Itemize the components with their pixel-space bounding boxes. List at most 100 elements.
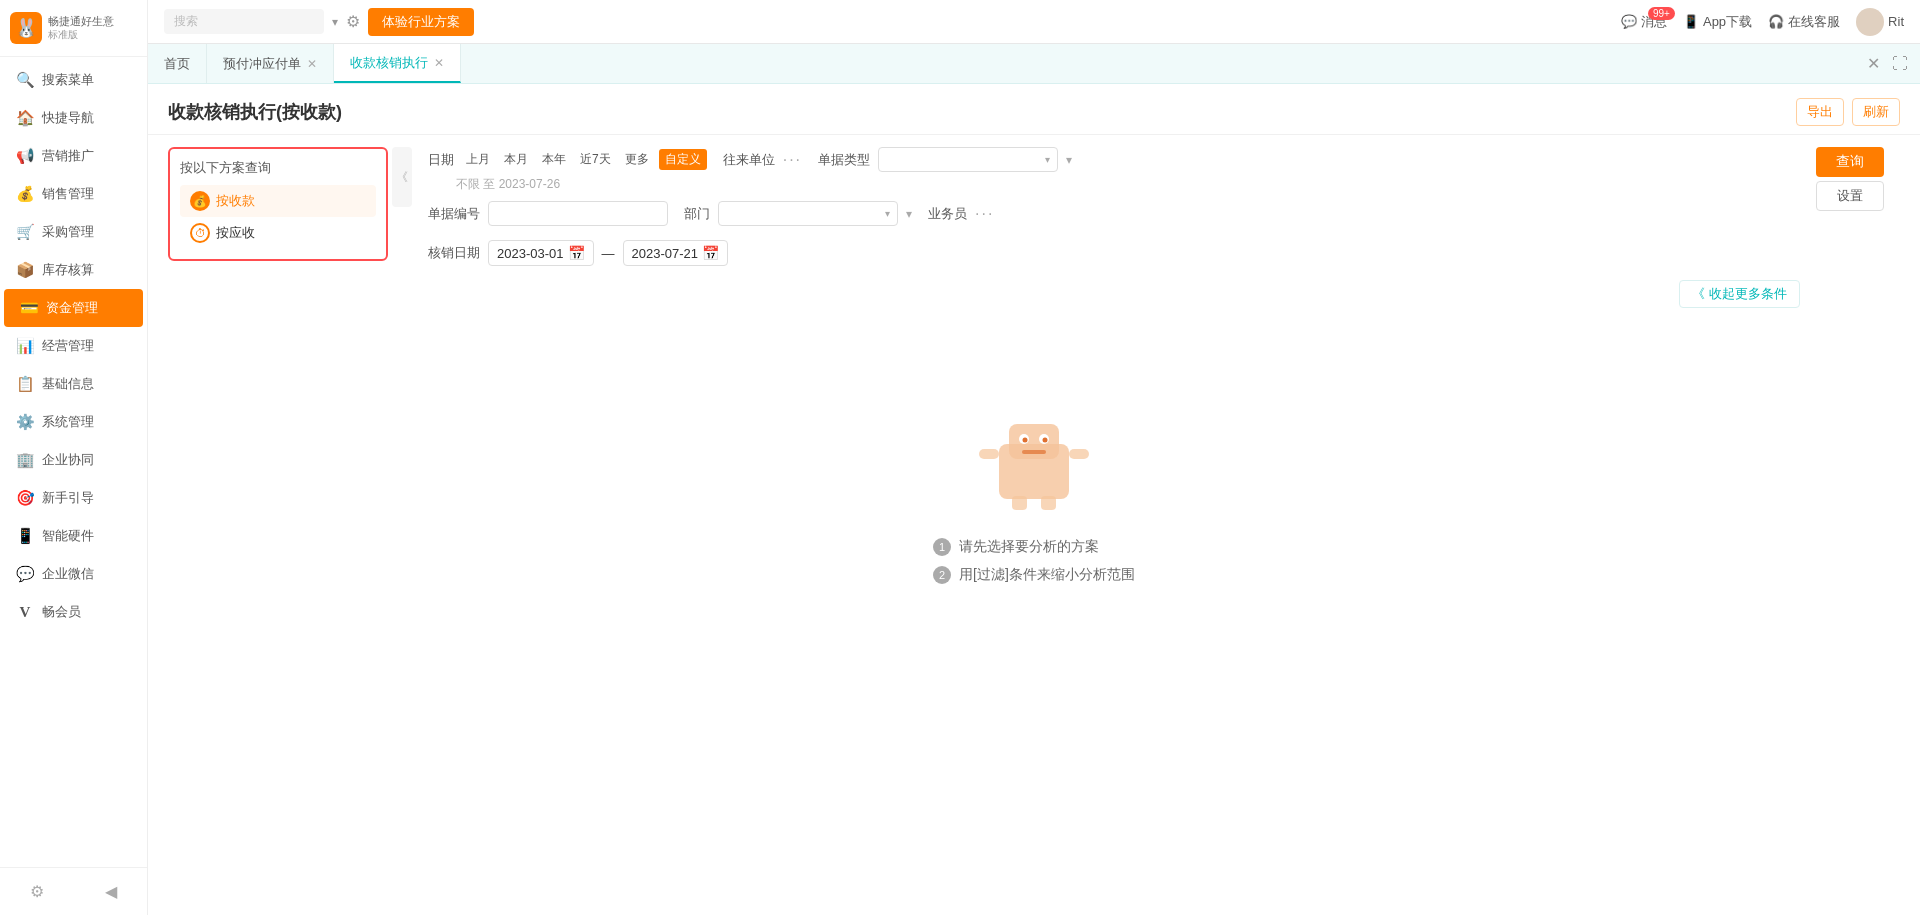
department-select[interactable] <box>718 201 898 226</box>
sidebar-item-newbie[interactable]: 🎯 新手引导 <box>0 479 147 517</box>
this-year-btn[interactable]: 本年 <box>538 149 570 170</box>
salesman-dots-icon[interactable]: ··· <box>975 205 994 223</box>
sidebar-item-operation[interactable]: 📊 经营管理 <box>0 327 147 365</box>
top-header: 搜索 ▾ ⚙ 体验行业方案 💬 消息 99+ 📱 App下载 🎧 在线客服 Ri <box>148 0 1920 44</box>
filter-option-by-collection[interactable]: 💰 按收款 <box>180 185 376 217</box>
online-service-button[interactable]: 🎧 在线客服 <box>1768 13 1840 31</box>
filter-scheme-box: 按以下方案查询 💰 按收款 ⏱ 按应收 <box>168 147 388 261</box>
system-icon: ⚙️ <box>16 413 34 431</box>
tab-prepay-close-icon[interactable]: ✕ <box>307 57 317 71</box>
sidebar-item-label-wechat: 企业微信 <box>42 565 94 583</box>
counterpart-field: 往来单位 ··· <box>723 151 802 169</box>
member-icon: V <box>16 604 34 621</box>
voucher-no-input[interactable] <box>488 201 668 226</box>
sidebar-item-hardware[interactable]: 📱 智能硬件 <box>0 517 147 555</box>
user-profile[interactable]: Rit <box>1856 8 1904 36</box>
tab-prepay[interactable]: 预付冲应付单 ✕ <box>207 44 334 83</box>
writeoff-date-label: 核销日期 <box>428 244 480 262</box>
newbie-icon: 🎯 <box>16 489 34 507</box>
tab-home[interactable]: 首页 <box>148 44 207 83</box>
by-collection-icon: 💰 <box>190 191 210 211</box>
message-button[interactable]: 💬 消息 99+ <box>1621 13 1667 31</box>
filter-option-by-receivable[interactable]: ⏱ 按应收 <box>180 217 376 249</box>
svg-rect-7 <box>979 449 999 459</box>
sidebar-item-system[interactable]: ⚙️ 系统管理 <box>0 403 147 441</box>
tab-prepay-label: 预付冲应付单 <box>223 55 301 73</box>
message-badge: 99+ <box>1648 7 1675 20</box>
online-service-label: 在线客服 <box>1788 13 1840 31</box>
sidebar-item-marketing[interactable]: 📢 营销推广 <box>0 137 147 175</box>
voucher-type-label: 单据类型 <box>818 151 870 169</box>
empty-tip-1: 1 请先选择要分析的方案 <box>933 538 1135 556</box>
collapse-left-panel-button[interactable]: 《 <box>392 147 412 207</box>
writeoff-start-date[interactable]: 2023-03-01 📅 <box>488 240 594 266</box>
filter-panel-title: 按以下方案查询 <box>180 159 376 177</box>
sidebar-item-sales[interactable]: 💰 销售管理 <box>0 175 147 213</box>
export-button[interactable]: 导出 <box>1796 98 1844 126</box>
empty-tip-2: 2 用[过滤]条件来缩小分析范围 <box>933 566 1135 584</box>
writeoff-start-calendar-icon[interactable]: 📅 <box>568 245 585 261</box>
by-collection-label: 按收款 <box>216 192 255 210</box>
close-tab-icon[interactable]: ✕ <box>1863 50 1884 77</box>
dropdown-chevron-icon[interactable]: ▾ <box>332 15 338 29</box>
last-7-days-btn[interactable]: 近7天 <box>576 149 615 170</box>
sidebar-item-quicknav[interactable]: 🏠 快捷导航 <box>0 99 147 137</box>
writeoff-end-calendar-icon[interactable]: 📅 <box>702 245 719 261</box>
last-month-btn[interactable]: 上月 <box>462 149 494 170</box>
this-month-btn[interactable]: 本月 <box>500 149 532 170</box>
message-icon: 💬 <box>1621 14 1637 29</box>
date-label: 日期 <box>428 151 454 169</box>
voucher-type-chevron-icon: ▾ <box>1066 153 1072 167</box>
sidebar-item-label-quicknav: 快捷导航 <box>42 109 94 127</box>
custom-date-btn[interactable]: 自定义 <box>659 149 707 170</box>
collapse-more-button[interactable]: 《 收起更多条件 <box>1679 280 1800 308</box>
settings-icon[interactable]: ⚙ <box>24 876 50 907</box>
filter-row-2: 单据编号 部门 ▾ <box>428 201 1800 226</box>
sidebar-item-finance[interactable]: 💳 资金管理 <box>4 289 143 327</box>
date-unlimited-text: 不限 至 2023-07-26 <box>456 176 1800 193</box>
counterpart-dots-icon[interactable]: ··· <box>783 151 802 169</box>
sidebar-item-label-marketing: 营销推广 <box>42 147 94 165</box>
sidebar-item-basicinfo[interactable]: 📋 基础信息 <box>0 365 147 403</box>
counterpart-label: 往来单位 <box>723 151 775 169</box>
filter-form: 日期 上月 本月 本年 近7天 更多 自定义 <box>412 147 1900 322</box>
sidebar-item-label-finance: 资金管理 <box>46 299 98 317</box>
collapse-sidebar-icon[interactable]: ◀ <box>99 876 123 907</box>
sales-icon: 💰 <box>16 185 34 203</box>
maximize-icon[interactable]: ⛶ <box>1888 51 1912 77</box>
sidebar-nav: 🔍 搜索菜单 🏠 快捷导航 📢 营销推广 💰 销售管理 🛒 采购管理 📦 库存核… <box>0 57 147 867</box>
finance-icon: 💳 <box>20 299 38 317</box>
sidebar-item-label-purchase: 采购管理 <box>42 223 94 241</box>
empty-icon-area <box>974 414 1094 514</box>
industry-solution-button[interactable]: 体验行业方案 <box>368 8 474 36</box>
voucher-type-select[interactable] <box>878 147 1058 172</box>
sidebar-item-enterprise[interactable]: 🏢 企业协同 <box>0 441 147 479</box>
app-edition: 标准版 <box>48 28 114 42</box>
app-download-button[interactable]: 📱 App下载 <box>1683 13 1752 31</box>
more-btn[interactable]: 更多 <box>621 149 653 170</box>
svg-rect-10 <box>1041 496 1056 510</box>
filter-left-panel: 按以下方案查询 💰 按收款 ⏱ 按应收 <box>168 147 388 322</box>
sidebar-item-member[interactable]: V 畅会员 <box>0 593 147 631</box>
date-separator: — <box>602 246 615 261</box>
sidebar-item-purchase[interactable]: 🛒 采购管理 <box>0 213 147 251</box>
sidebar-item-wechat[interactable]: 💬 企业微信 <box>0 555 147 593</box>
query-button[interactable]: 查询 <box>1816 147 1884 177</box>
header-gear-icon[interactable]: ⚙ <box>346 12 360 31</box>
tab-home-label: 首页 <box>164 55 190 73</box>
header-right: 💬 消息 99+ 📱 App下载 🎧 在线客服 Rit <box>1621 8 1904 36</box>
writeoff-end-date[interactable]: 2023-07-21 📅 <box>623 240 729 266</box>
writeoff-date-field: 核销日期 2023-03-01 📅 — 2023-07-21 📅 <box>428 240 728 266</box>
sidebar-item-inventory[interactable]: 📦 库存核算 <box>0 251 147 289</box>
refresh-button[interactable]: 刷新 <box>1852 98 1900 126</box>
tab-collection-close-icon[interactable]: ✕ <box>434 56 444 70</box>
tab-collection[interactable]: 收款核销执行 ✕ <box>334 44 461 83</box>
collapse-more-label: 收起更多条件 <box>1709 285 1787 303</box>
setting-button[interactable]: 设置 <box>1816 181 1884 211</box>
tip-text-1: 请先选择要分析的方案 <box>959 538 1099 556</box>
page-actions: 导出 刷新 <box>1796 98 1900 126</box>
sidebar-item-search[interactable]: 🔍 搜索菜单 <box>0 61 147 99</box>
operation-icon: 📊 <box>16 337 34 355</box>
department-chevron-icon: ▾ <box>906 207 912 221</box>
header-left: 搜索 ▾ ⚙ 体验行业方案 <box>164 8 474 36</box>
